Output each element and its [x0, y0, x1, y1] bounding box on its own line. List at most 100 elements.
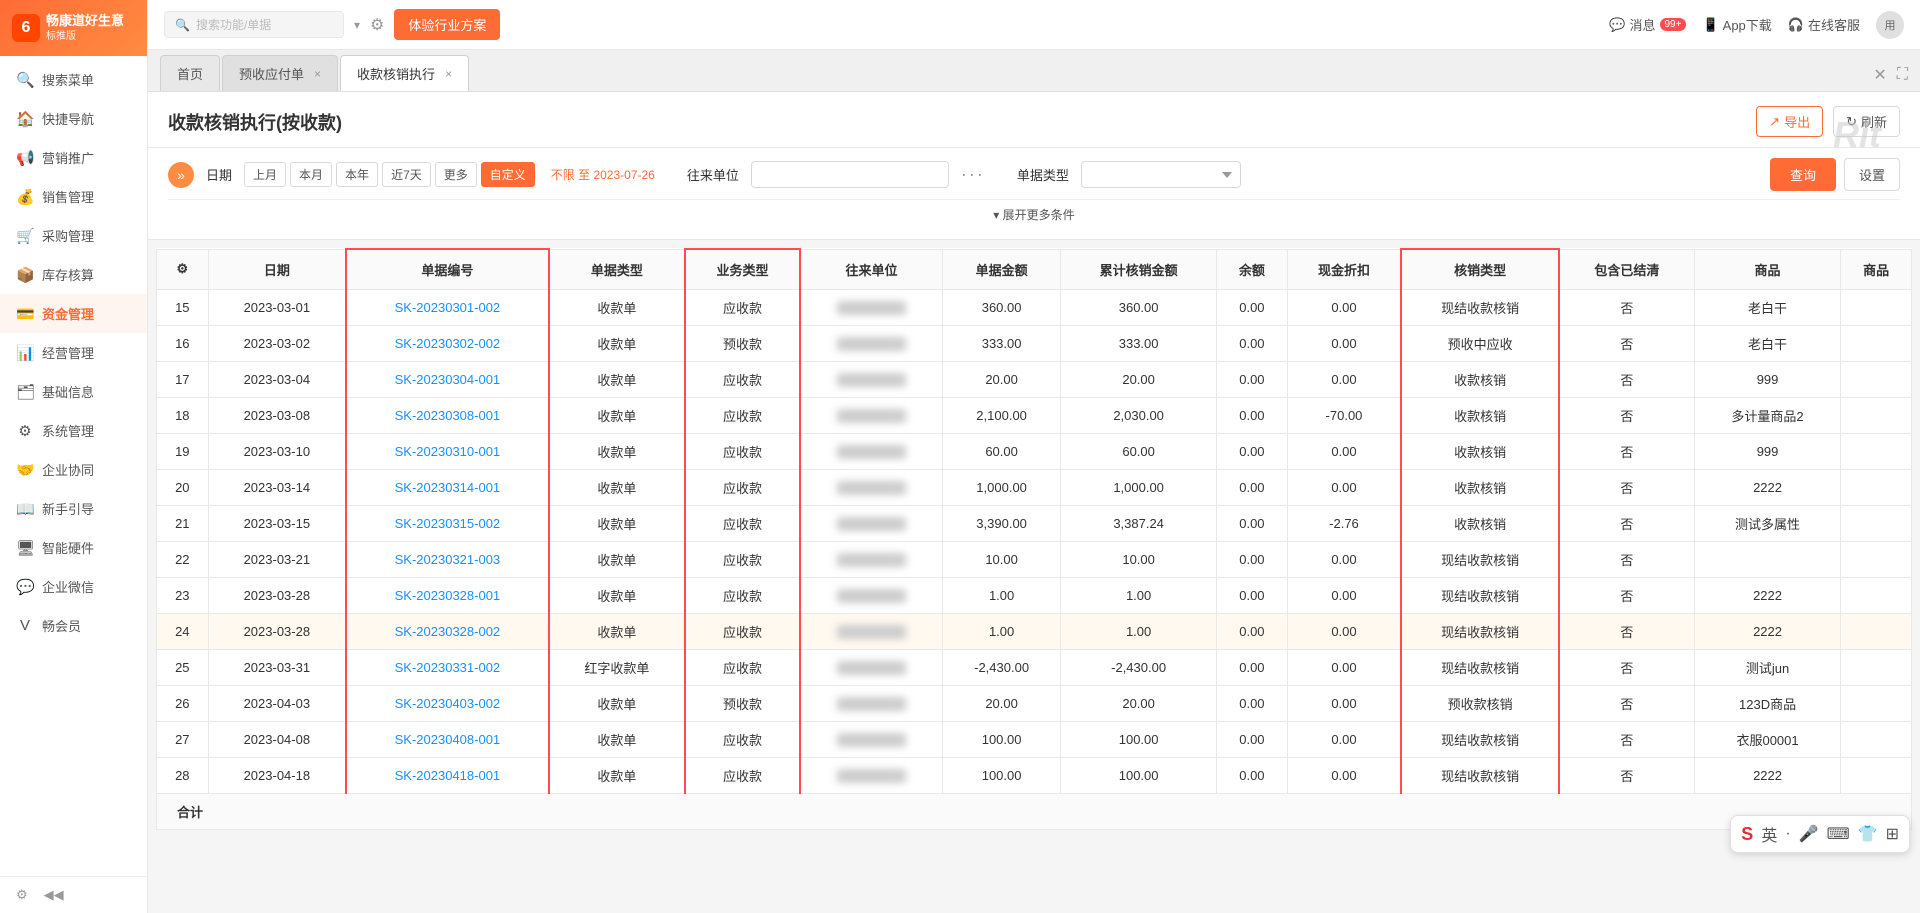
- th-balance[interactable]: 余额: [1217, 249, 1288, 290]
- search-icon: 🔍: [175, 18, 190, 32]
- table-row: 202023-03-14SK-20230314-001收款单应收款XXXXXXX…: [157, 470, 1912, 506]
- date-this-month-btn[interactable]: 本月: [290, 162, 332, 187]
- td-included: 否: [1559, 290, 1694, 326]
- tab-home[interactable]: 首页: [160, 55, 220, 91]
- refresh-button[interactable]: ↻ 刷新: [1833, 106, 1900, 137]
- th-product[interactable]: 商品: [1694, 249, 1840, 290]
- sidebar-item-guide[interactable]: 📖 新手引导: [0, 489, 147, 528]
- app-download[interactable]: 📱 App下载: [1702, 15, 1771, 34]
- sidebar-item-shortcuts[interactable]: 🏠 快捷导航: [0, 99, 147, 138]
- bill-no-link[interactable]: SK-20230302-002: [395, 336, 501, 351]
- sidebar-item-marketing[interactable]: 📢 营销推广: [0, 138, 147, 177]
- query-button[interactable]: 查询: [1770, 158, 1836, 191]
- date-last-month-btn[interactable]: 上月: [244, 162, 286, 187]
- sidebar-item-sales[interactable]: 💰 销售管理: [0, 177, 147, 216]
- grid-icon[interactable]: ⊞: [1886, 824, 1899, 844]
- sidebar-item-basics[interactable]: 🗂 基础信息: [0, 372, 147, 411]
- sidebar-collapse-icon[interactable]: ◀◀: [44, 887, 64, 903]
- td-bill-no: SK-20230403-002: [346, 686, 549, 722]
- th-amount[interactable]: 单据金额: [943, 249, 1061, 290]
- tab-prepay-close-icon[interactable]: ×: [314, 67, 321, 81]
- sidebar-item-finance[interactable]: 💳 资金管理: [0, 294, 147, 333]
- partner-dots[interactable]: ···: [961, 164, 985, 185]
- td-product2: [1841, 686, 1912, 722]
- tab-verify-close-icon[interactable]: ×: [445, 67, 452, 81]
- lang-icon[interactable]: 英: [1761, 822, 1777, 846]
- th-biz-type[interactable]: 业务类型: [685, 249, 800, 290]
- sidebar-item-wechat[interactable]: 💬 企业微信: [0, 567, 147, 606]
- bill-no-link[interactable]: SK-20230315-002: [395, 516, 501, 531]
- window-close-icon[interactable]: ✕: [1873, 65, 1886, 85]
- date-7days-btn[interactable]: 近7天: [382, 162, 431, 187]
- skin-icon[interactable]: 👕: [1858, 824, 1878, 844]
- bill-no-link[interactable]: SK-20230418-001: [395, 768, 501, 783]
- th-partner[interactable]: 往来单位: [800, 249, 943, 290]
- bill-no-link[interactable]: SK-20230328-002: [395, 624, 501, 639]
- settings-button[interactable]: 设置: [1844, 158, 1900, 191]
- th-verify-type[interactable]: 核销类型: [1401, 249, 1559, 290]
- td-bill-type: 红字收款单: [549, 650, 685, 686]
- tab-prepay[interactable]: 预收应付单 ×: [222, 55, 338, 91]
- bill-no-link[interactable]: SK-20230304-001: [395, 372, 501, 387]
- date-more-btn[interactable]: 更多: [435, 162, 477, 187]
- th-product2[interactable]: 商品: [1841, 249, 1912, 290]
- search-icon: 🔍: [16, 71, 34, 89]
- bill-no-link[interactable]: SK-20230321-003: [395, 552, 501, 567]
- keyboard-icon[interactable]: ⌨: [1827, 824, 1850, 844]
- online-service[interactable]: 🎧 在线客服: [1788, 15, 1860, 34]
- filter-toggle-button[interactable]: »: [168, 162, 194, 188]
- dot-icon[interactable]: ·: [1785, 825, 1790, 843]
- sidebar-item-enterprise[interactable]: 🤝 企业协同: [0, 450, 147, 489]
- partner-input[interactable]: [751, 161, 949, 188]
- expand-more-conditions[interactable]: ▾ 展开更多条件: [168, 199, 1900, 229]
- th-included[interactable]: 包含已结清: [1559, 249, 1694, 290]
- topbar-gear-icon[interactable]: ⚙: [370, 15, 384, 35]
- sidebar-settings-icon[interactable]: ⚙: [16, 887, 28, 903]
- sidebar-item-operations[interactable]: 📊 经营管理: [0, 333, 147, 372]
- bill-no-link[interactable]: SK-20230408-001: [395, 732, 501, 747]
- sidebar-item-inventory[interactable]: 📦 库存核算: [0, 255, 147, 294]
- sidebar-item-hardware[interactable]: 🖥 智能硬件: [0, 528, 147, 567]
- bill-no-link[interactable]: SK-20230331-002: [395, 660, 501, 675]
- bill-no-link[interactable]: SK-20230403-002: [395, 696, 501, 711]
- user-avatar[interactable]: 用: [1876, 11, 1904, 39]
- tab-verify[interactable]: 收款核销执行 ×: [340, 55, 469, 91]
- sidebar-item-purchase[interactable]: 🛒 采购管理: [0, 216, 147, 255]
- online-service-label: 在线客服: [1808, 15, 1860, 34]
- message-badge[interactable]: 💬 消息 99+: [1609, 15, 1686, 34]
- sidebar-item-member[interactable]: V 畅会员: [0, 606, 147, 645]
- td-bill-no: SK-20230408-001: [346, 722, 549, 758]
- bill-no-link[interactable]: SK-20230301-002: [395, 300, 501, 315]
- date-this-year-btn[interactable]: 本年: [336, 162, 378, 187]
- topbar-search-box[interactable]: 🔍 搜索功能/单据: [164, 11, 344, 38]
- td-partner: XXXXXXXX: [800, 578, 943, 614]
- bill-no-link[interactable]: SK-20230310-001: [395, 444, 501, 459]
- td-biz-type: 应收款: [685, 578, 800, 614]
- th-bill-no[interactable]: 单据编号: [346, 249, 549, 290]
- sidebar-item-search[interactable]: 🔍 搜索菜单: [0, 60, 147, 99]
- date-custom-btn[interactable]: 自定义: [481, 162, 535, 187]
- bill-no-link[interactable]: SK-20230314-001: [395, 480, 501, 495]
- th-bill-type[interactable]: 单据类型: [549, 249, 685, 290]
- table-row: 222023-03-21SK-20230321-003收款单应收款XXXXXXX…: [157, 542, 1912, 578]
- td-no: 25: [157, 650, 209, 686]
- sougou-icon[interactable]: S: [1741, 824, 1753, 845]
- th-settings[interactable]: ⚙: [157, 249, 209, 290]
- th-discount[interactable]: 现金折扣: [1287, 249, 1401, 290]
- th-date[interactable]: 日期: [208, 249, 346, 290]
- td-biz-type: 应收款: [685, 434, 800, 470]
- th-verified[interactable]: 累计核销金额: [1061, 249, 1217, 290]
- bill-no-link[interactable]: SK-20230308-001: [395, 408, 501, 423]
- topbar-chevron-icon[interactable]: ▾: [354, 18, 360, 32]
- bill-type-select[interactable]: 收款单 红字收款单: [1081, 161, 1241, 188]
- mic-icon[interactable]: 🎤: [1799, 824, 1819, 844]
- bill-no-link[interactable]: SK-20230328-001: [395, 588, 501, 603]
- sidebar-label-sales: 销售管理: [42, 187, 94, 206]
- td-verified: 60.00: [1061, 434, 1217, 470]
- export-button[interactable]: ↗ 导出: [1756, 106, 1823, 137]
- td-date: 2023-04-08: [208, 722, 346, 758]
- solution-button[interactable]: 体验行业方案: [394, 9, 500, 40]
- sidebar-item-system[interactable]: ⚙ 系统管理: [0, 411, 147, 450]
- td-date: 2023-03-08: [208, 398, 346, 434]
- window-maximize-icon[interactable]: ⛶: [1897, 66, 1908, 84]
